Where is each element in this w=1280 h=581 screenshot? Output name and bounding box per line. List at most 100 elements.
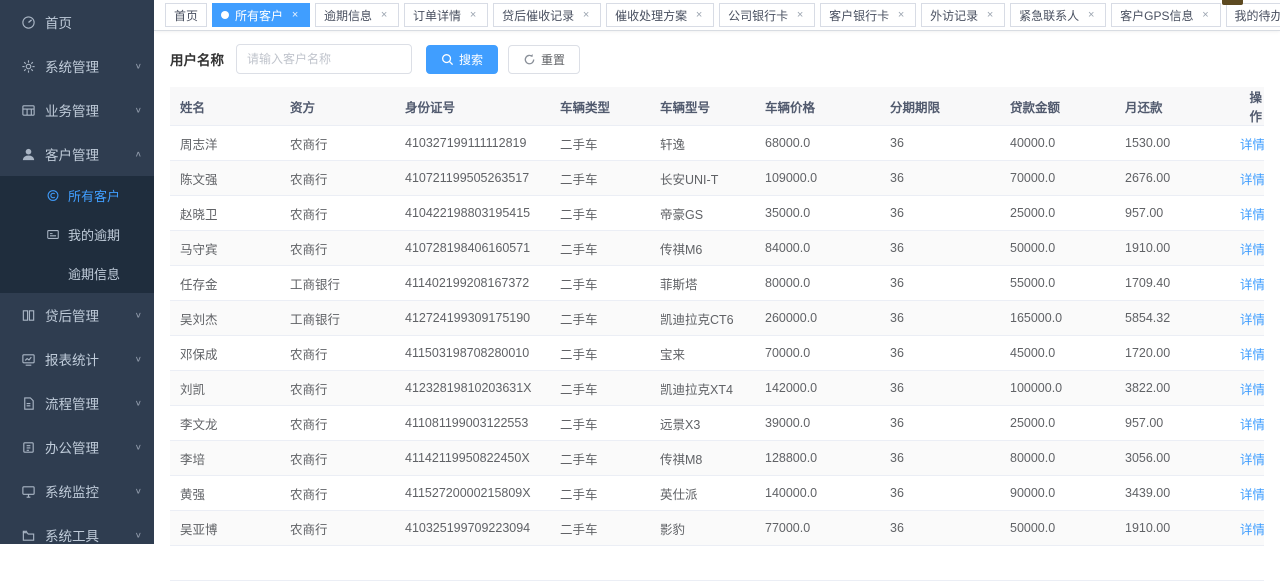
tab-7[interactable]: 客户银行卡 ×: [820, 3, 916, 27]
cell: 412724199309175190: [395, 301, 550, 336]
cell: [880, 546, 1000, 581]
sidebar-subitem-2[interactable]: 逾期信息: [0, 254, 154, 293]
column-header-7: 贷款金额: [1000, 87, 1115, 126]
tab-2[interactable]: 逾期信息×: [315, 3, 399, 27]
tab-8[interactable]: 外访记录×: [921, 3, 1005, 27]
sidebar-item-7[interactable]: 办公管理∨: [0, 425, 154, 469]
close-icon[interactable]: ×: [895, 9, 907, 21]
cell: 周志洋: [170, 126, 280, 161]
detail-link[interactable]: 详情: [1240, 313, 1264, 327]
tab-9[interactable]: 紧急联系人 ×: [1010, 3, 1106, 27]
close-icon[interactable]: ×: [378, 9, 390, 21]
sidebar-item-0[interactable]: 首页: [0, 0, 154, 44]
detail-link[interactable]: 详情: [1240, 138, 1264, 152]
close-icon[interactable]: ×: [794, 9, 806, 21]
cell: 3056.00: [1115, 441, 1230, 476]
cell: 36: [880, 476, 1000, 511]
detail-link[interactable]: 详情: [1240, 383, 1264, 397]
cell: 80000.0: [755, 266, 880, 301]
tab-1[interactable]: 所有客户 ×: [212, 3, 310, 27]
copyright-icon: [46, 189, 60, 203]
action-cell: 详情: [1230, 301, 1264, 336]
close-icon[interactable]: ×: [1085, 9, 1097, 21]
customer-table: 姓名资方身份证号车辆类型车辆型号车辆价格分期期限贷款金额月还款操作 周志洋农商行…: [170, 87, 1264, 581]
search-button[interactable]: 搜索: [426, 45, 498, 74]
tab-3[interactable]: 订单详情×: [404, 3, 488, 27]
tab-10[interactable]: 客户GPS信息×: [1111, 3, 1220, 27]
tab-4[interactable]: 贷后催收记录×: [493, 3, 601, 27]
tab-label: 紧急联系人: [1019, 7, 1079, 24]
sidebar-subitem-0[interactable]: 所有客户: [0, 176, 154, 215]
sidebar-item-5[interactable]: 报表统计∨: [0, 337, 154, 381]
action-cell: 详情: [1230, 371, 1264, 406]
sidebar-subitem-label: 逾期信息: [68, 264, 120, 283]
close-icon[interactable]: ×: [984, 9, 996, 21]
tab-0[interactable]: 首页: [165, 3, 207, 27]
sidebar-item-8[interactable]: 系统监控∨: [0, 469, 154, 513]
detail-link[interactable]: 详情: [1240, 523, 1264, 537]
close-icon[interactable]: ×: [467, 9, 479, 21]
cell: 140000.0: [755, 476, 880, 511]
cell: 36: [880, 126, 1000, 161]
search-input[interactable]: [236, 44, 412, 74]
cell: 吴亚博: [170, 511, 280, 546]
avatar[interactable]: [1222, 0, 1243, 5]
sidebar-subitem-1[interactable]: 我的逾期: [0, 215, 154, 254]
cell: 农商行: [280, 406, 395, 441]
card-icon: [46, 228, 60, 242]
detail-link[interactable]: 详情: [1240, 348, 1264, 362]
detail-link[interactable]: 详情: [1240, 243, 1264, 257]
cell: 长安UNI-T: [650, 161, 755, 196]
cell: 二手车: [550, 196, 650, 231]
action-cell: 详情: [1230, 406, 1264, 441]
chevron-down-icon: ∨: [135, 399, 142, 408]
cell: 957.00: [1115, 196, 1230, 231]
cell: 70000.0: [755, 336, 880, 371]
cell: 吴刘杰: [170, 301, 280, 336]
cell: 3439.00: [1115, 476, 1230, 511]
cell: 45000.0: [1000, 336, 1115, 371]
report-icon: [20, 351, 36, 367]
detail-link[interactable]: 详情: [1240, 278, 1264, 292]
close-icon[interactable]: ×: [289, 9, 301, 21]
action-cell: 详情: [1230, 336, 1264, 371]
detail-link[interactable]: 详情: [1240, 173, 1264, 187]
table-row: 吴刘杰工商银行412724199309175190二手车凯迪拉克CT626000…: [170, 301, 1264, 336]
table-row: 马守宾农商行410728198406160571二手车传祺M684000.036…: [170, 231, 1264, 266]
tab-11[interactable]: 我的待办×: [1226, 3, 1280, 27]
reset-button[interactable]: 重置: [508, 45, 580, 74]
cell: 410728198406160571: [395, 231, 550, 266]
sidebar-item-9[interactable]: 系统工具∨: [0, 513, 154, 544]
sidebar-item-2[interactable]: 业务管理∨: [0, 88, 154, 132]
sidebar-item-4[interactable]: 贷后管理∨: [0, 293, 154, 337]
detail-link[interactable]: 详情: [1240, 208, 1264, 222]
cell: 1910.00: [1115, 231, 1230, 266]
cell: 轩逸: [650, 126, 755, 161]
tab-label: 客户银行卡: [829, 7, 889, 24]
cell: 菲斯塔: [650, 266, 755, 301]
cell: 二手车: [550, 476, 650, 511]
cell: 3822.00: [1115, 371, 1230, 406]
detail-link[interactable]: 详情: [1240, 418, 1264, 432]
close-icon[interactable]: ×: [1200, 9, 1212, 21]
detail-link[interactable]: 详情: [1240, 488, 1264, 502]
cell: 农商行: [280, 126, 395, 161]
sidebar-subitem-label: 所有客户: [68, 186, 120, 205]
detail-link[interactable]: 详情: [1240, 453, 1264, 467]
close-icon[interactable]: ×: [580, 9, 592, 21]
close-icon[interactable]: ×: [693, 9, 705, 21]
table-header-row: 姓名资方身份证号车辆类型车辆型号车辆价格分期期限贷款金额月还款操作: [170, 87, 1264, 126]
column-header-4: 车辆型号: [650, 87, 755, 126]
sidebar-item-1[interactable]: 系统管理∨: [0, 44, 154, 88]
cell: 任存金: [170, 266, 280, 301]
cell: 50000.0: [1000, 231, 1115, 266]
tab-6[interactable]: 公司银行卡×: [719, 3, 815, 27]
cell: 36: [880, 371, 1000, 406]
tab-5[interactable]: 催收处理方案×: [606, 3, 714, 27]
cell: 80000.0: [1000, 441, 1115, 476]
sidebar-item-3[interactable]: 客户管理∧: [0, 132, 154, 176]
tab-label: 所有客户: [235, 7, 283, 24]
sidebar-item-6[interactable]: 流程管理∨: [0, 381, 154, 425]
cell: [280, 546, 395, 581]
table-row: 周志洋农商行410327199111112819二手车轩逸68000.03640…: [170, 126, 1264, 161]
